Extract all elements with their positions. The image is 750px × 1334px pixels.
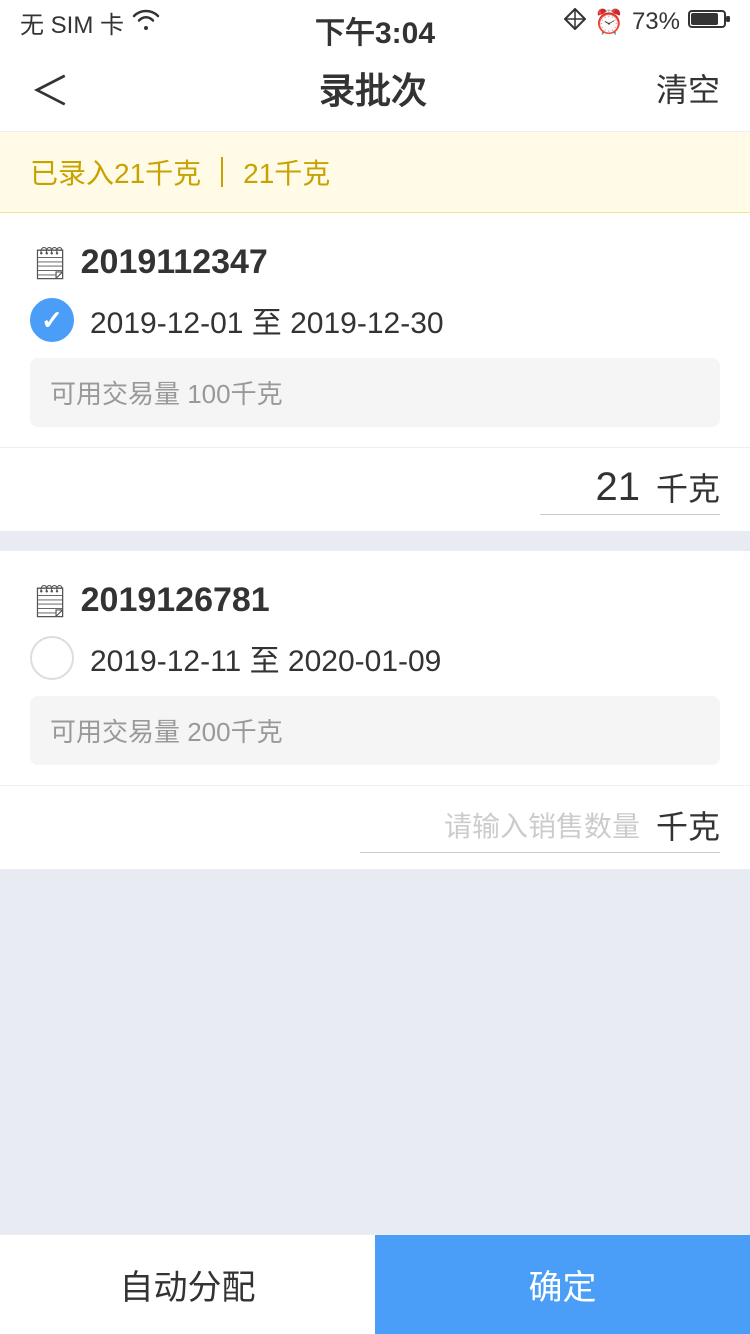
batch1-date: 2019-12-01 至 2019-12-30 [90, 298, 444, 342]
batch2-input-row: 请输入销售数量 千克 [0, 785, 750, 869]
batch1-card: 🗒 2019112347 2019-12-01 至 2019-12-30 可用交… [0, 213, 750, 447]
confirm-button[interactable]: 确定 [375, 1235, 750, 1334]
batch1-id: 2019112347 [81, 243, 268, 282]
info-label: 已录入21千克 [30, 152, 201, 192]
batch2-icon: 🗒 [30, 582, 71, 620]
batch1-available: 可用交易量 100千克 [30, 358, 720, 427]
status-left: 无 SIM 卡 [20, 5, 160, 40]
batch1-header: 🗒 2019112347 [30, 243, 720, 282]
batch2-header: 🗒 2019126781 [30, 581, 720, 620]
batch2-input-placeholder[interactable]: 请输入销售数量 [444, 805, 640, 845]
batch2-radio[interactable] [30, 636, 74, 680]
batch2-input-unit: 千克 [656, 802, 720, 848]
nav-bar: ＜ 录批次 清空 [0, 44, 750, 132]
batch2-date-row[interactable]: 2019-12-11 至 2020-01-09 [30, 636, 720, 680]
quantity-underline [540, 514, 720, 515]
location-icon [564, 8, 586, 37]
batch1-radio[interactable] [30, 298, 74, 342]
batch1-quantity-value[interactable]: 21 [595, 465, 640, 510]
batch1-icon: 🗒 [30, 244, 71, 282]
batch2-card: 🗒 2019126781 2019-12-11 至 2020-01-09 可用交… [0, 551, 750, 785]
status-time: 下午3:04 [315, 8, 435, 52]
section-divider-1 [0, 531, 750, 551]
battery-text: 73% [632, 8, 680, 36]
input-underline [360, 852, 720, 853]
batch1-quantity-unit: 千克 [656, 464, 720, 510]
battery-icon [688, 8, 730, 37]
batch2-available: 可用交易量 200千克 [30, 696, 720, 765]
info-value: 21千克 [243, 152, 330, 192]
carrier-text: 无 SIM 卡 [20, 5, 124, 40]
clear-button[interactable]: 清空 [656, 65, 720, 111]
auto-distribute-button[interactable]: 自动分配 [0, 1235, 375, 1334]
back-button[interactable]: ＜ [30, 59, 90, 117]
wifi-icon [132, 8, 160, 37]
status-right: ⏰ 73% [564, 8, 730, 37]
bottom-bar: 自动分配 确定 [0, 1234, 750, 1334]
batch2-date: 2019-12-11 至 2020-01-09 [90, 636, 441, 680]
batch1-date-row[interactable]: 2019-12-01 至 2019-12-30 [30, 298, 720, 342]
batch2-id: 2019126781 [81, 581, 270, 620]
status-bar: 无 SIM 卡 下午3:04 ⏰ 73% [0, 0, 750, 44]
batch1-quantity-row: 21 千克 [0, 447, 750, 531]
info-banner: 已录入21千克 21千克 [0, 132, 750, 213]
alarm-icon: ⏰ [594, 8, 624, 37]
page-title: 录批次 [319, 62, 427, 114]
info-divider [221, 157, 223, 187]
